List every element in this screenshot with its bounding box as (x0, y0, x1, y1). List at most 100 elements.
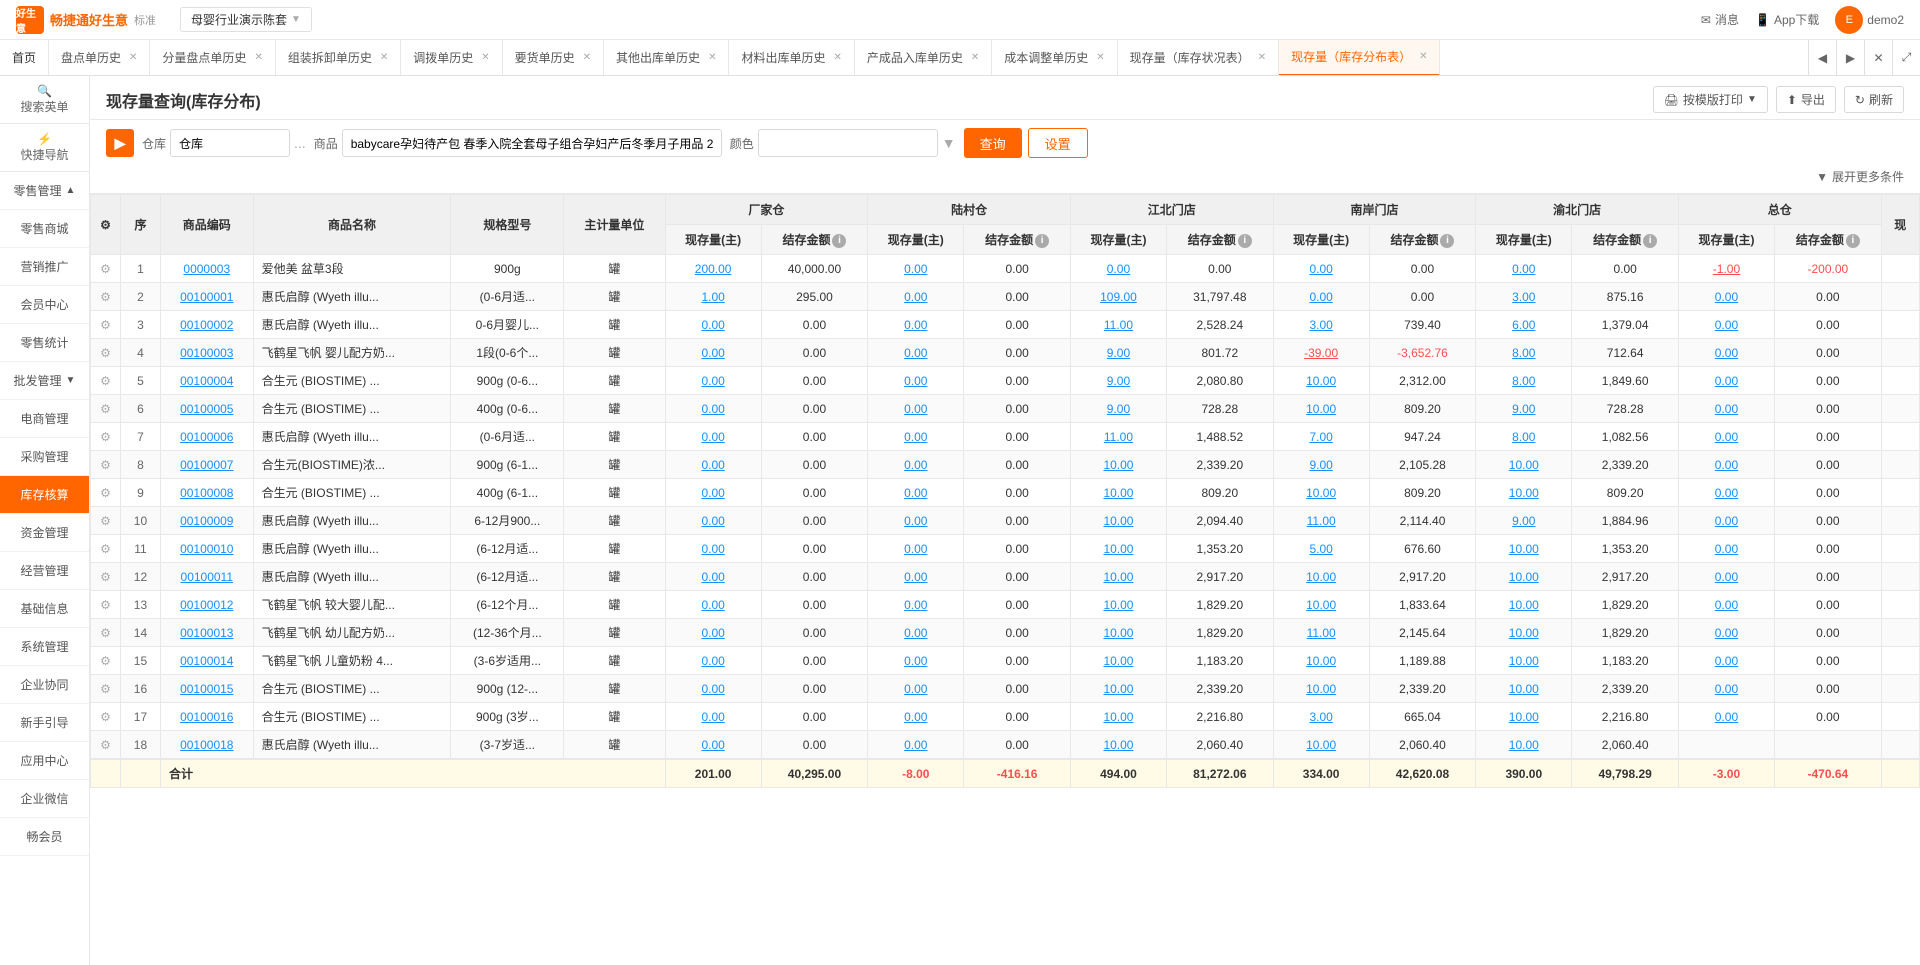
cell-total-qty[interactable]: 0.00 (1678, 563, 1774, 591)
cell-yb-qty[interactable]: 9.00 (1476, 507, 1572, 535)
cell-code[interactable]: 0000003 (160, 255, 253, 283)
cell-yb-qty[interactable]: 3.00 (1476, 283, 1572, 311)
cell-lu-qty[interactable]: 0.00 (868, 535, 964, 563)
tab-distribute-stocktake[interactable]: 分量盘点单历史 ✕ (150, 40, 275, 76)
tab-product-in[interactable]: 产成品入库单历史 ✕ (855, 40, 992, 76)
sidebar-search[interactable]: 🔍 搜索英单 (0, 76, 89, 124)
lu-amt-info[interactable]: i (1035, 234, 1049, 248)
tab-close-all-btn[interactable]: ✕ (1864, 40, 1892, 76)
cell-factory-qty[interactable]: 0.00 (665, 395, 761, 423)
cell-total-qty[interactable]: 0.00 (1678, 423, 1774, 451)
sidebar-item-retail-stats[interactable]: 零售统计 (0, 324, 89, 362)
cell-na-qty[interactable]: 0.00 (1273, 255, 1369, 283)
cell-total-qty[interactable]: 0.00 (1678, 535, 1774, 563)
color-dropdown-icon[interactable]: ▼ (942, 135, 956, 151)
sidebar-item-ecommerce[interactable]: 电商管理 (0, 400, 89, 438)
tab-prev-btn[interactable]: ◀ (1808, 40, 1836, 76)
cell-code[interactable]: 00100006 (160, 423, 253, 451)
cell-factory-qty[interactable]: 0.00 (665, 423, 761, 451)
cell-gear[interactable]: ⚙ (91, 675, 121, 703)
tab-stock-dist-close[interactable]: ✕ (1419, 51, 1427, 62)
cell-yb-qty[interactable]: 10.00 (1476, 619, 1572, 647)
cell-jb-qty[interactable]: 109.00 (1070, 283, 1166, 311)
cell-lu-qty[interactable]: 0.00 (868, 367, 964, 395)
tab-transfer[interactable]: 调拨单历史 ✕ (401, 40, 502, 76)
cell-gear[interactable]: ⚙ (91, 367, 121, 395)
cell-lu-qty[interactable]: 0.00 (868, 339, 964, 367)
tab-stocktake-close[interactable]: ✕ (129, 52, 137, 63)
cell-gear[interactable]: ⚙ (91, 311, 121, 339)
cell-na-qty[interactable]: 3.00 (1273, 311, 1369, 339)
cell-lu-qty[interactable]: 0.00 (868, 423, 964, 451)
cell-gear[interactable]: ⚙ (91, 451, 121, 479)
cell-gear[interactable]: ⚙ (91, 731, 121, 760)
color-input[interactable] (758, 129, 938, 157)
cell-jb-qty[interactable]: 10.00 (1070, 563, 1166, 591)
message-btn[interactable]: ✉ 消息 (1701, 11, 1739, 28)
cell-total-qty[interactable] (1678, 731, 1774, 760)
sidebar-item-marketing[interactable]: 营销推广 (0, 248, 89, 286)
cell-lu-qty[interactable]: 0.00 (868, 619, 964, 647)
cell-gear[interactable]: ⚙ (91, 535, 121, 563)
cell-total-qty[interactable]: 0.00 (1678, 283, 1774, 311)
cell-lu-qty[interactable]: 0.00 (868, 675, 964, 703)
tab-stocktake[interactable]: 盘点单历史 ✕ (49, 40, 150, 76)
cell-na-qty[interactable]: 10.00 (1273, 479, 1369, 507)
tab-assemble[interactable]: 组装拆卸单历史 ✕ (276, 40, 401, 76)
cell-lu-qty[interactable]: 0.00 (868, 479, 964, 507)
cell-jb-qty[interactable]: 10.00 (1070, 535, 1166, 563)
cell-gear[interactable]: ⚙ (91, 255, 121, 283)
cell-yb-qty[interactable]: 10.00 (1476, 731, 1572, 760)
cell-gear[interactable]: ⚙ (91, 647, 121, 675)
cell-factory-qty[interactable]: 0.00 (665, 619, 761, 647)
tab-stock-dist[interactable]: 现存量（库存分布表） ✕ (1279, 40, 1440, 76)
cell-total-qty[interactable]: 0.00 (1678, 479, 1774, 507)
cell-na-qty[interactable]: 3.00 (1273, 703, 1369, 731)
cell-lu-qty[interactable]: 0.00 (868, 647, 964, 675)
tab-stock-status[interactable]: 现存量（库存状况表） ✕ (1118, 40, 1279, 76)
cell-na-qty[interactable]: -39.00 (1273, 339, 1369, 367)
cell-na-qty[interactable]: 10.00 (1273, 675, 1369, 703)
cell-yb-qty[interactable]: 10.00 (1476, 647, 1572, 675)
cell-yb-qty[interactable]: 9.00 (1476, 395, 1572, 423)
cell-jb-qty[interactable]: 10.00 (1070, 479, 1166, 507)
cell-yb-qty[interactable]: 10.00 (1476, 591, 1572, 619)
sidebar-item-retail-mgmt[interactable]: 零售管理 ▲ (0, 172, 89, 210)
tab-material-out-close[interactable]: ✕ (833, 52, 841, 63)
tab-cost-adjust-close[interactable]: ✕ (1096, 52, 1104, 63)
cell-jb-qty[interactable]: 10.00 (1070, 507, 1166, 535)
cell-yb-qty[interactable]: 0.00 (1476, 255, 1572, 283)
total-amt-info[interactable]: i (1846, 234, 1860, 248)
sidebar-item-newbie[interactable]: 新手引导 (0, 704, 89, 742)
tab-cost-adjust[interactable]: 成本调整单历史 ✕ (992, 40, 1117, 76)
cell-total-qty[interactable]: 0.00 (1678, 367, 1774, 395)
set-btn[interactable]: 设置 (1028, 128, 1088, 158)
cell-na-qty[interactable]: 10.00 (1273, 367, 1369, 395)
cell-lu-qty[interactable]: 0.00 (868, 563, 964, 591)
filter-expand-btn[interactable]: ▶ (106, 129, 134, 157)
cell-yb-qty[interactable]: 8.00 (1476, 367, 1572, 395)
cell-yb-qty[interactable]: 10.00 (1476, 535, 1572, 563)
cell-yb-qty[interactable]: 10.00 (1476, 563, 1572, 591)
query-btn[interactable]: 查询 (964, 128, 1022, 158)
yb-amt-info[interactable]: i (1643, 234, 1657, 248)
tab-material-out[interactable]: 材料出库单历史 ✕ (729, 40, 854, 76)
sidebar-item-app-center[interactable]: 应用中心 (0, 742, 89, 780)
cell-code[interactable]: 00100015 (160, 675, 253, 703)
cell-factory-qty[interactable]: 0.00 (665, 479, 761, 507)
tab-distribute-close[interactable]: ✕ (254, 52, 262, 63)
cell-factory-qty[interactable]: 0.00 (665, 535, 761, 563)
warehouse-input[interactable] (170, 129, 290, 157)
cell-yb-qty[interactable]: 10.00 (1476, 451, 1572, 479)
tab-transfer-close[interactable]: ✕ (481, 52, 489, 63)
cell-lu-qty[interactable]: 0.00 (868, 731, 964, 760)
jb-amt-info[interactable]: i (1238, 234, 1252, 248)
tab-other-out[interactable]: 其他出库单历史 ✕ (604, 40, 729, 76)
cell-code[interactable]: 00100001 (160, 283, 253, 311)
cell-na-qty[interactable]: 9.00 (1273, 451, 1369, 479)
cell-code[interactable]: 00100011 (160, 563, 253, 591)
cell-jb-qty[interactable]: 10.00 (1070, 675, 1166, 703)
cell-jb-qty[interactable]: 11.00 (1070, 423, 1166, 451)
cell-factory-qty[interactable]: 0.00 (665, 339, 761, 367)
cell-code[interactable]: 00100012 (160, 591, 253, 619)
